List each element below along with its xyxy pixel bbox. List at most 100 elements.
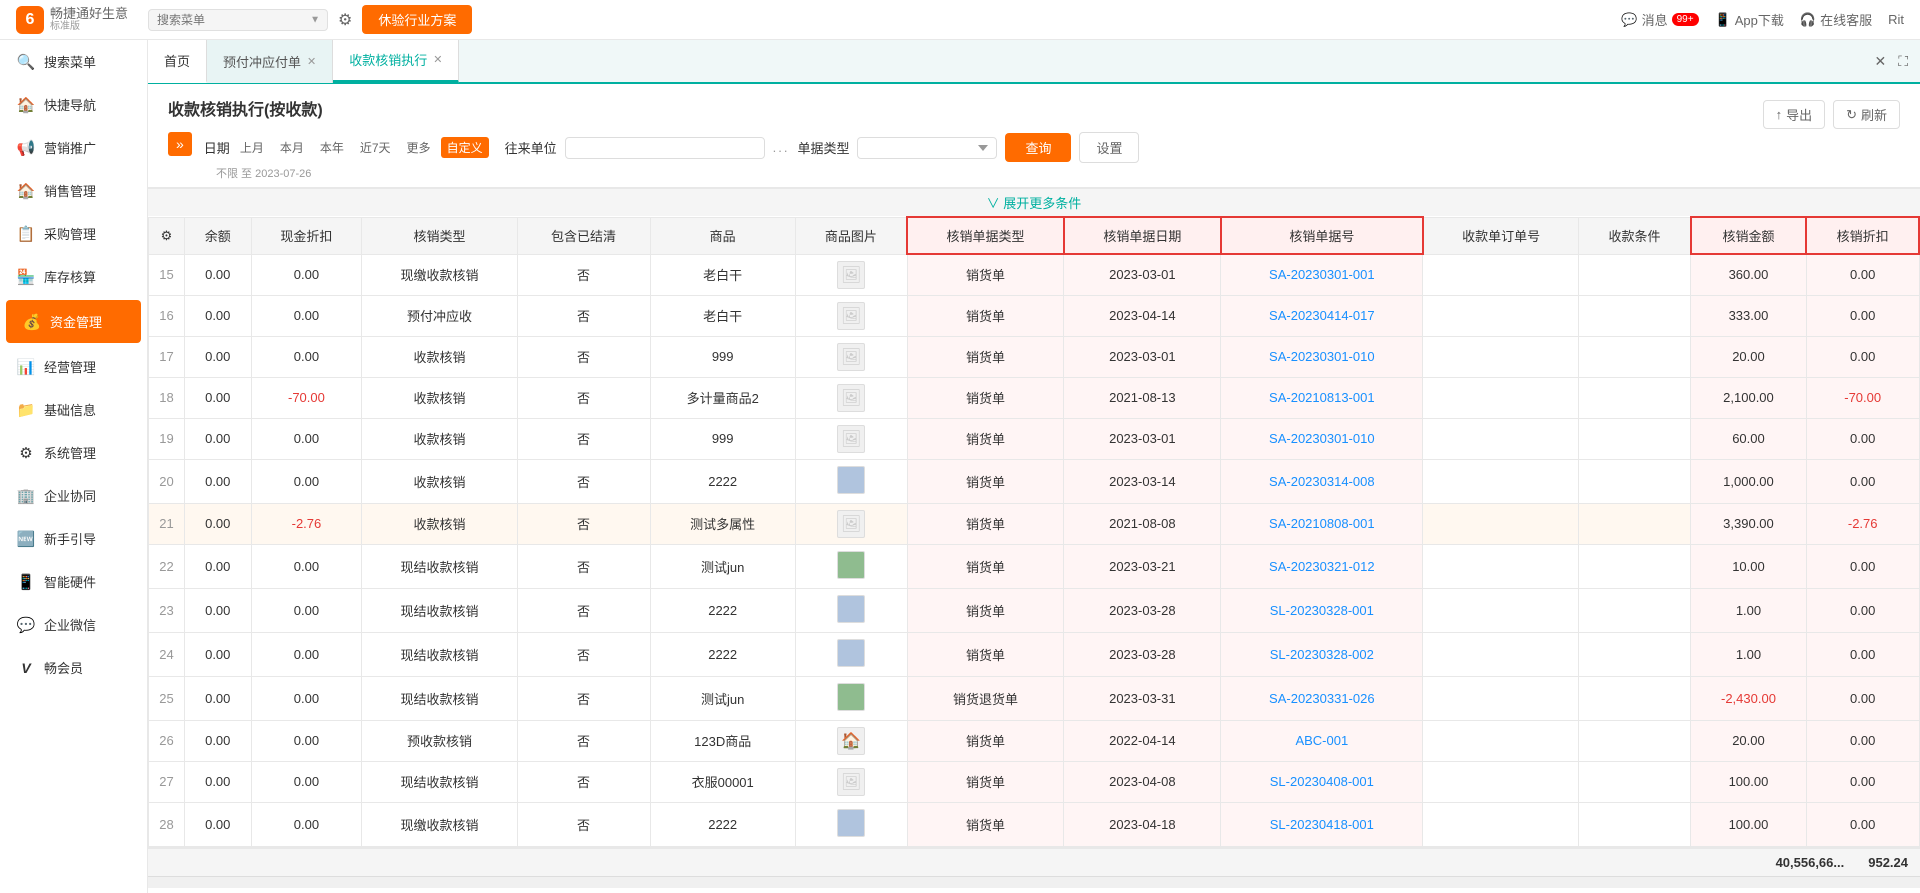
- write-off-no-link[interactable]: SA-20230331-026: [1269, 691, 1375, 706]
- tab-home[interactable]: 首页: [148, 40, 207, 83]
- write-off-no-link[interactable]: SL-20230418-001: [1270, 817, 1374, 832]
- settings-icon[interactable]: ⚙: [338, 10, 352, 30]
- col-balance-header: 余额: [185, 217, 252, 254]
- sidebar-item-purchase[interactable]: 📋 采购管理: [0, 212, 147, 255]
- sidebar-item-inventory[interactable]: 🏪 库存核算: [0, 255, 147, 298]
- sidebar-item-wechat[interactable]: 💬 企业微信: [0, 603, 147, 646]
- bill-type-select[interactable]: [857, 137, 997, 159]
- guide-icon: 🆕: [16, 530, 36, 548]
- write-off-no-link[interactable]: SL-20230408-001: [1270, 774, 1374, 789]
- cell-write-off-amount: 1.00: [1691, 632, 1807, 676]
- export-btn[interactable]: ↑ 导出: [1763, 100, 1826, 129]
- cell-write-off-amount: -2,430.00: [1691, 676, 1807, 720]
- horizontal-scrollbar[interactable]: [148, 876, 1920, 888]
- this-year-btn[interactable]: 本年: [314, 137, 350, 158]
- tab-advance[interactable]: 预付冲应付单 ✕: [207, 40, 333, 83]
- cell-product-img: 🖼: [795, 503, 907, 544]
- sidebar-item-operations[interactable]: 📊 经营管理: [0, 345, 147, 388]
- sidebar-item-finance[interactable]: 💰 资金管理: [6, 300, 141, 343]
- this-month-btn[interactable]: 本月: [274, 137, 310, 158]
- sidebar-item-basic[interactable]: 📁 基础信息: [0, 388, 147, 431]
- cell-write-off-amount: 20.00: [1691, 336, 1807, 377]
- cell-write-off-no: SA-20210808-001: [1221, 503, 1423, 544]
- sidebar-item-system[interactable]: ⚙ 系统管理: [0, 431, 147, 474]
- more-btn[interactable]: 更多: [401, 137, 437, 158]
- user-avatar[interactable]: Rit: [1888, 12, 1904, 27]
- write-off-no-link[interactable]: SA-20210813-001: [1269, 390, 1375, 405]
- cell-receipt-order-no: [1423, 720, 1579, 761]
- sidebar-item-sales[interactable]: 🏠 销售管理: [0, 169, 147, 212]
- cell-write-off-date: 2023-04-08: [1064, 761, 1221, 802]
- product-thumbnail: [837, 466, 865, 494]
- write-off-no-link[interactable]: SA-20230301-010: [1269, 431, 1375, 446]
- cell-cash-discount: 0.00: [251, 632, 362, 676]
- cell-balance: 0.00: [185, 802, 252, 846]
- write-off-no-link[interactable]: SA-20230414-017: [1269, 308, 1375, 323]
- cell-write-off-discount: 0.00: [1806, 295, 1919, 336]
- sidebar-item-quick-nav[interactable]: 🏠 快捷导航: [0, 83, 147, 126]
- col-write-off-amount-header: 核销金额: [1691, 217, 1807, 254]
- write-off-no-link[interactable]: SA-20230321-012: [1269, 559, 1375, 574]
- cell-no: 24: [149, 632, 185, 676]
- cell-receipt-order-no: [1423, 544, 1579, 588]
- recent7-btn[interactable]: 近7天: [354, 137, 397, 158]
- sidebar-item-search[interactable]: 🔍 搜索菜单: [0, 40, 147, 83]
- write-off-no-link[interactable]: SA-20210808-001: [1269, 516, 1375, 531]
- table-row: 26 0.00 0.00 预收款核销 否 123D商品 🏠 销货单 2022-0…: [149, 720, 1920, 761]
- cell-no: 28: [149, 802, 185, 846]
- logo-icon: 6: [16, 6, 44, 34]
- app-logo: 6 畅捷通好生意 标准版: [16, 6, 128, 34]
- cell-receipt-condition: [1579, 336, 1691, 377]
- product-thumbnail: [837, 639, 865, 667]
- tab-bar: 首页 预付冲应付单 ✕ 收款核销执行 ✕ ✕ ⛶: [148, 40, 1920, 84]
- sidebar-item-member[interactable]: V 畅会员: [0, 646, 147, 689]
- cell-write-off-type: 现结收款核销: [362, 632, 517, 676]
- service-icon: 🎧: [1800, 12, 1816, 28]
- tab-maximize-btn[interactable]: ⛶: [1894, 49, 1912, 74]
- date-filter-group: 日期 上月 本月 本年 近7天 更多 自定义: [204, 137, 489, 158]
- col-gear-header[interactable]: ⚙: [149, 217, 185, 254]
- tab-advance-close-icon[interactable]: ✕: [307, 55, 316, 68]
- write-off-no-link[interactable]: ABC-001: [1295, 733, 1348, 748]
- tab-receipt[interactable]: 收款核销执行 ✕: [333, 40, 459, 83]
- write-off-no-link[interactable]: SA-20230301-010: [1269, 349, 1375, 364]
- expand-bar[interactable]: ∨ 展开更多条件: [148, 188, 1920, 216]
- query-btn[interactable]: 查询: [1005, 133, 1071, 162]
- cell-receipt-order-no: [1423, 503, 1579, 544]
- write-off-no-link[interactable]: SA-20230301-001: [1269, 267, 1375, 282]
- counterpart-input[interactable]: [565, 137, 765, 159]
- cell-write-off-no: SA-20230321-012: [1221, 544, 1423, 588]
- sidebar-item-enterprise[interactable]: 🏢 企业协同: [0, 474, 147, 517]
- write-off-no-link[interactable]: SA-20230314-008: [1269, 474, 1375, 489]
- top-search-input[interactable]: [148, 9, 328, 31]
- filter-expand-arrow[interactable]: »: [176, 136, 184, 152]
- message-btn[interactable]: 💬 消息 99+: [1621, 10, 1698, 29]
- tab-receipt-close-icon[interactable]: ✕: [433, 53, 442, 66]
- cell-cash-discount: 0.00: [251, 544, 362, 588]
- write-off-no-link[interactable]: SL-20230328-002: [1270, 647, 1374, 662]
- app-download-btn[interactable]: 📱 App下载: [1715, 10, 1784, 29]
- cell-write-off-date: 2023-03-01: [1064, 254, 1221, 295]
- refresh-btn[interactable]: ↻ 刷新: [1833, 100, 1900, 129]
- custom-btn[interactable]: 自定义: [441, 137, 489, 158]
- gear-col-icon[interactable]: ⚙: [161, 228, 173, 243]
- cell-write-off-discount: -70.00: [1806, 377, 1919, 418]
- sidebar-item-marketing[interactable]: 📢 营销推广: [0, 126, 147, 169]
- filter-settings-btn[interactable]: 设置: [1079, 132, 1139, 163]
- last-month-btn[interactable]: 上月: [234, 137, 270, 158]
- sidebar-item-smart-hw[interactable]: 📱 智能硬件: [0, 560, 147, 603]
- table-container[interactable]: ⚙ 余额 现金折扣 核销类型 包含已结清 商品 商品图片 核销单据类型 核销单据…: [148, 216, 1920, 893]
- cell-cash-discount: 0.00: [251, 676, 362, 720]
- date-label: 日期: [204, 138, 230, 157]
- online-service-btn[interactable]: 🎧 在线客服: [1800, 10, 1872, 29]
- tab-minimize-btn[interactable]: ✕: [1870, 49, 1890, 74]
- cell-write-off-bill-type: 销货单: [907, 544, 1064, 588]
- cell-include-settled: 否: [517, 418, 650, 459]
- cell-write-off-type: 收款核销: [362, 503, 517, 544]
- cell-receipt-condition: [1579, 377, 1691, 418]
- sidebar-item-guide[interactable]: 🆕 新手引导: [0, 517, 147, 560]
- solution-btn[interactable]: 休验行业方案: [362, 5, 472, 34]
- cell-include-settled: 否: [517, 254, 650, 295]
- cell-receipt-condition: [1579, 418, 1691, 459]
- write-off-no-link[interactable]: SL-20230328-001: [1270, 603, 1374, 618]
